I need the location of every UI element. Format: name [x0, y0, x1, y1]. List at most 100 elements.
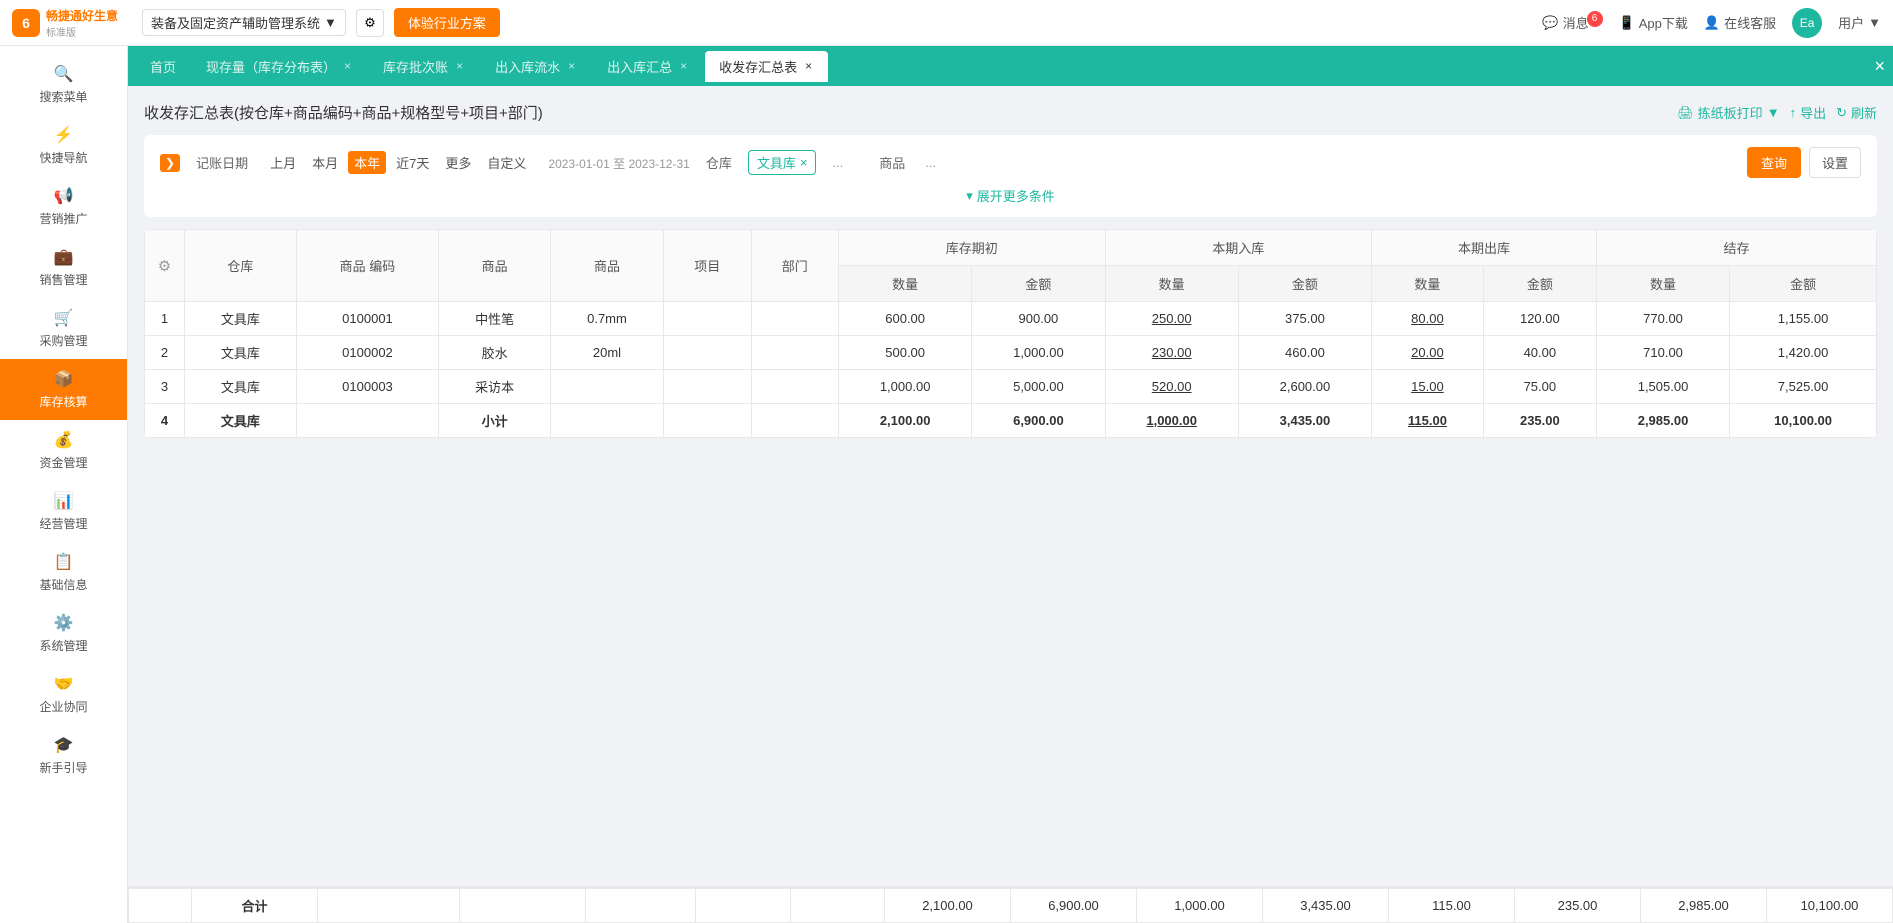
sidebar-item-management[interactable]: 📊 经营管理 [0, 481, 127, 542]
sidebar-item-marketing[interactable]: 📢 营销推广 [0, 176, 127, 237]
refresh-btn[interactable]: ↻ 刷新 [1836, 103, 1877, 122]
data-table-wrapper: ⚙ 仓库 商品 编码 商品 商品 项目 部门 库存期初 本期入库 本期出库 结存 [144, 229, 1877, 438]
sidebar-item-collab[interactable]: 🤝 企业协同 [0, 664, 127, 725]
cell-out-qty-link[interactable]: 20.00 [1411, 345, 1444, 360]
trial-btn[interactable]: 体验行业方案 [394, 8, 500, 37]
message-badge: 6 [1587, 11, 1603, 27]
col-settings-icon[interactable]: ⚙ [158, 258, 171, 275]
warehouse-close-btn[interactable]: × [800, 155, 808, 170]
warehouse-more[interactable]: ... [832, 155, 843, 170]
footer-label: 合计 [192, 889, 318, 923]
warehouse-label: 仓库 [706, 153, 732, 172]
cell-opening-qty: 2,100.00 [839, 404, 972, 438]
print-btn[interactable]: 🖨 拣纸板打印 ▼ [1677, 103, 1779, 122]
tab-home[interactable]: 首页 [136, 51, 190, 82]
sidebar-item-search[interactable]: 🔍 搜索菜单 [0, 54, 127, 115]
cell-warehouse: 文具库 [185, 370, 297, 404]
cell-out-qty-link[interactable]: 15.00 [1411, 379, 1444, 394]
footer-opening-amt: 6,900.00 [1011, 889, 1137, 923]
tab-close-inout-summary[interactable]: × [678, 60, 689, 72]
online-service-btn[interactable]: 👤 在线客服 [1704, 13, 1776, 32]
cell-in-qty-link[interactable]: 230.00 [1152, 345, 1192, 360]
cell-out-qty[interactable]: 15.00 [1372, 370, 1484, 404]
cell-in-qty[interactable]: 1,000.00 [1105, 404, 1238, 438]
cell-in-qty-link[interactable]: 520.00 [1152, 379, 1192, 394]
tab-close-inout-flow[interactable]: × [566, 60, 577, 72]
cell-out-qty-link[interactable]: 115.00 [1408, 413, 1447, 428]
service-label: 在线客服 [1724, 13, 1776, 32]
th-settings[interactable]: ⚙ [145, 230, 185, 302]
tab-close-inventory-dist[interactable]: × [342, 60, 353, 72]
sidebar-item-finance[interactable]: 💰 资金管理 [0, 420, 127, 481]
period-btn-7days[interactable]: 近7天 [390, 151, 435, 174]
content-area: 首页 现存量（库存分布表） × 库存批次账 × 出入库流水 × 出入库汇总 × … [128, 46, 1893, 923]
th-group-opening: 库存期初 [839, 230, 1106, 266]
cell-out-qty[interactable]: 115.00 [1372, 404, 1484, 438]
user-btn[interactable]: 用户 ▼ [1838, 13, 1881, 32]
cell-out-qty[interactable]: 80.00 [1372, 302, 1484, 336]
sidebar-item-basic[interactable]: 📋 基础信息 [0, 542, 127, 603]
cell-out-qty-link[interactable]: 80.00 [1411, 311, 1444, 326]
period-btn-this-month[interactable]: 本月 [306, 151, 344, 174]
th-dept: 部门 [751, 230, 839, 302]
cell-balance-amt: 1,420.00 [1730, 336, 1877, 370]
sidebar-item-inventory[interactable]: 📦 库存核算 [0, 359, 127, 420]
filter-toggle-btn[interactable]: ❯ [160, 154, 180, 172]
period-btn-more[interactable]: 更多 [439, 151, 477, 174]
app-download-btn[interactable]: 📱 App下载 [1619, 13, 1688, 32]
period-btn-this-year[interactable]: 本年 [348, 151, 386, 174]
tab-inout-summary[interactable]: 出入库汇总 × [593, 51, 703, 82]
cell-in-qty-link[interactable]: 250.00 [1152, 311, 1192, 326]
refresh-label: 刷新 [1851, 103, 1877, 122]
cell-goods-name: 胶水 [439, 336, 551, 370]
cell-warehouse: 文具库 [185, 336, 297, 370]
system-selector[interactable]: 装备及固定资产辅助管理系统 ▼ [142, 9, 346, 36]
period-buttons: 上月 本月 本年 近7天 更多 自定义 [264, 151, 532, 174]
sidebar-label-management: 经营管理 [39, 515, 87, 532]
sidebar-label-quick: 快捷导航 [39, 149, 87, 166]
tab-stock-summary[interactable]: 收发存汇总表 × [705, 51, 828, 82]
user-avatar[interactable]: Ea [1792, 8, 1822, 38]
export-icon: ↑ [1790, 105, 1797, 120]
settings-icon[interactable]: ⚙ [356, 9, 384, 37]
cell-in-qty-link[interactable]: 1,000.00 [1146, 413, 1197, 428]
cell-no: 1 [145, 302, 185, 336]
warehouse-tag[interactable]: 文具库 × [748, 150, 817, 175]
phone-icon: 📱 [1619, 15, 1635, 31]
sidebar-item-guide[interactable]: 🎓 新手引导 [0, 725, 127, 786]
tab-close-batch[interactable]: × [454, 60, 465, 72]
close-all-tabs[interactable]: × [1874, 56, 1885, 77]
sidebar-item-quick[interactable]: ⚡ 快捷导航 [0, 115, 127, 176]
cell-project [664, 370, 752, 404]
cell-in-qty[interactable]: 250.00 [1105, 302, 1238, 336]
cell-opening-qty: 500.00 [839, 336, 972, 370]
sidebar-item-sales[interactable]: 💼 销售管理 [0, 237, 127, 298]
table-row: 3文具库0100003采访本1,000.005,000.00520.002,60… [145, 370, 1877, 404]
query-btn[interactable]: 查询 [1747, 147, 1801, 178]
settings-filter-btn[interactable]: 设置 [1809, 147, 1861, 178]
period-btn-last-month[interactable]: 上月 [264, 151, 302, 174]
cell-out-qty[interactable]: 20.00 [1372, 336, 1484, 370]
sidebar-item-system[interactable]: ⚙️ 系统管理 [0, 603, 127, 664]
tab-batch[interactable]: 库存批次账 × [369, 51, 479, 82]
cell-in-qty[interactable]: 230.00 [1105, 336, 1238, 370]
export-btn[interactable]: ↑ 导出 [1790, 103, 1827, 122]
tab-close-stock-summary[interactable]: × [803, 60, 814, 72]
sidebar-label-collab: 企业协同 [39, 698, 87, 715]
main-layout: 🔍 搜索菜单 ⚡ 快捷导航 📢 营销推广 💼 销售管理 🛒 采购管理 📦 库存核… [0, 46, 1893, 923]
cell-in-amt: 460.00 [1238, 336, 1371, 370]
period-btn-custom[interactable]: 自定义 [481, 151, 532, 174]
sidebar-item-purchase[interactable]: 🛒 采购管理 [0, 298, 127, 359]
expand-btn[interactable]: ▾ 展开更多条件 [966, 186, 1055, 205]
cell-in-qty[interactable]: 520.00 [1105, 370, 1238, 404]
message-btn[interactable]: 💬 消息 6 [1542, 13, 1602, 32]
cell-balance-qty: 2,985.00 [1596, 404, 1729, 438]
tab-inventory-dist[interactable]: 现存量（库存分布表） × [192, 51, 367, 82]
th-balance-qty: 数量 [1596, 266, 1729, 302]
table-header-group: ⚙ 仓库 商品 编码 商品 商品 项目 部门 库存期初 本期入库 本期出库 结存 [145, 230, 1877, 266]
tab-inout-flow[interactable]: 出入库流水 × [481, 51, 591, 82]
goods-more[interactable]: ... [925, 155, 936, 170]
cell-no: 2 [145, 336, 185, 370]
collab-icon: 🤝 [54, 674, 74, 694]
table-body: 1文具库0100001中性笔0.7mm600.00900.00250.00375… [145, 302, 1877, 438]
